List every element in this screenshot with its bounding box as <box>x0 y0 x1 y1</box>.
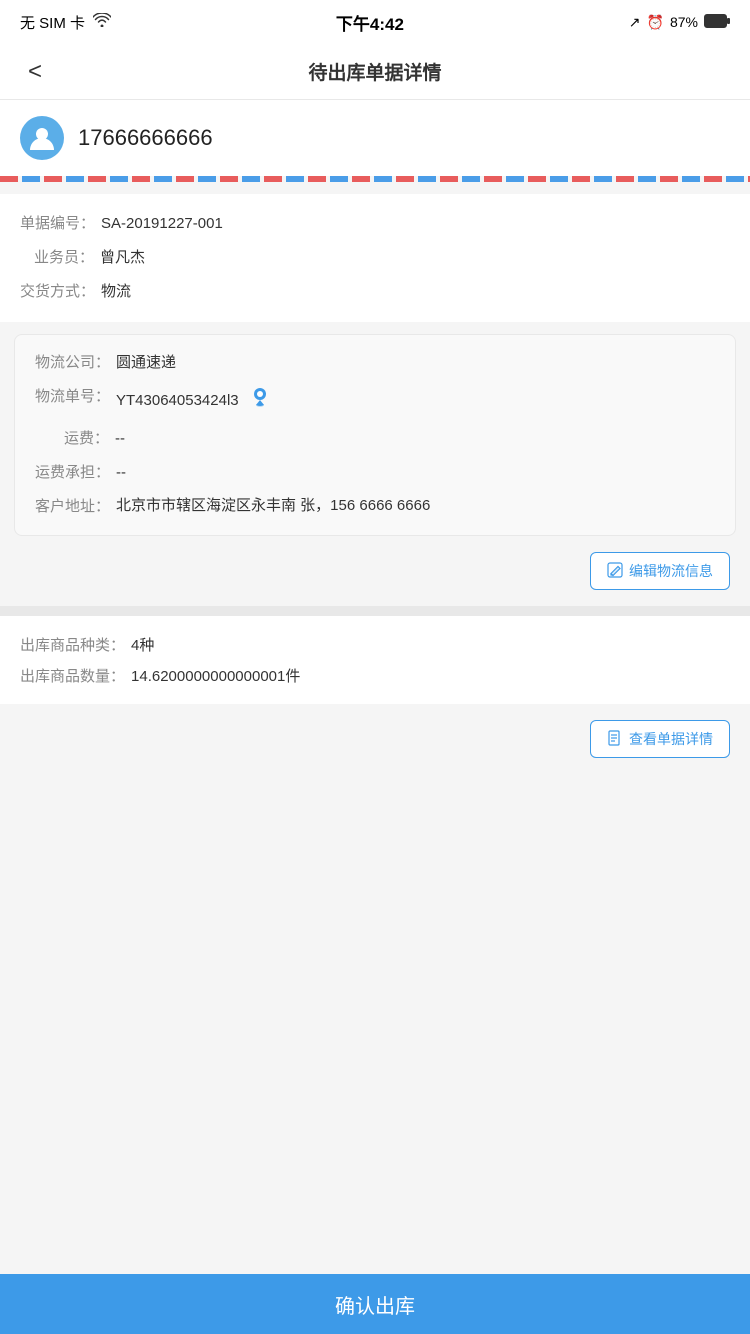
edit-btn-row: 编辑物流信息 <box>0 540 750 590</box>
view-btn-row: 查看单据详情 <box>0 708 750 758</box>
delivery-value: 物流 <box>101 280 730 304</box>
status-bar: 无 SIM 卡 下午4:42 ↗ ⏰ 87% <box>0 0 750 44</box>
section-separator <box>0 606 750 616</box>
address-row: 客户地址： 北京市市辖区海淀区永丰南 张，156 6666 6666 <box>35 495 715 519</box>
logistics-tracking-value: YT43064053424l3 <box>116 385 715 417</box>
delivery-label: 交货方式： <box>20 280 101 304</box>
freight-value: -- <box>115 427 715 451</box>
status-left: 无 SIM 卡 <box>20 12 111 33</box>
dashed-divider <box>0 176 750 182</box>
location-status-icon: ↗ <box>629 14 641 31</box>
wifi-icon <box>93 13 111 31</box>
goods-quantity-row: 出库商品数量： 14.6200000000000001件 <box>20 665 730 686</box>
confirm-outbound-button[interactable]: 确认出库 <box>0 1274 750 1334</box>
customer-header: 17666666666 <box>0 100 750 176</box>
freight-bear-value: -- <box>116 461 715 485</box>
alarm-icon: ⏰ <box>647 14 664 31</box>
order-number-row: 单据编号： SA-20191227-001 <box>20 212 730 236</box>
edit-logistics-button[interactable]: 编辑物流信息 <box>590 552 730 590</box>
back-button[interactable]: < <box>20 50 50 94</box>
address-value: 北京市市辖区海淀区永丰南 张，156 6666 6666 <box>116 495 715 518</box>
bottom-spacer <box>0 758 750 998</box>
map-location-icon[interactable] <box>249 385 271 417</box>
goods-types-row: 出库商品种类： 4种 <box>20 634 730 655</box>
document-icon <box>607 730 623 749</box>
goods-quantity-value: 14.6200000000000001件 <box>131 665 300 686</box>
salesman-label: 业务员： <box>20 246 100 270</box>
battery-text: 87% <box>670 14 698 30</box>
view-detail-label: 查看单据详情 <box>629 729 713 749</box>
order-number-label: 单据编号： <box>20 212 101 236</box>
nav-bar: < 待出库单据详情 <box>0 44 750 100</box>
salesman-value: 曾凡杰 <box>100 246 730 270</box>
goods-quantity-label: 出库商品数量： <box>20 665 131 686</box>
freight-bear-row: 运费承担： -- <box>35 461 715 485</box>
logistics-tracking-row: 物流单号： YT43064053424l3 <box>35 385 715 417</box>
carrier-text: 无 SIM 卡 <box>20 12 85 33</box>
confirm-btn-label: 确认出库 <box>335 1290 415 1319</box>
logistics-company-row: 物流公司： 圆通速递 <box>35 351 715 375</box>
battery-icon <box>704 14 730 31</box>
goods-section: 出库商品种类： 4种 出库商品数量： 14.6200000000000001件 <box>0 616 750 704</box>
goods-types-value: 4种 <box>131 634 154 655</box>
confirm-btn-wrapper: 确认出库 <box>0 1274 750 1334</box>
freight-bear-label: 运费承担： <box>35 461 116 485</box>
page-title: 待出库单据详情 <box>308 58 441 85</box>
status-right: ↗ ⏰ 87% <box>629 14 730 31</box>
logistics-card: 物流公司： 圆通速递 物流单号： YT43064053424l3 运费： -- … <box>14 334 736 536</box>
address-label: 客户地址： <box>35 495 116 519</box>
logistics-tracking-label: 物流单号： <box>35 385 116 409</box>
delivery-row: 交货方式： 物流 <box>20 280 730 304</box>
goods-types-label: 出库商品种类： <box>20 634 131 655</box>
order-info-section: 单据编号： SA-20191227-001 业务员： 曾凡杰 交货方式： 物流 <box>0 194 750 322</box>
avatar <box>20 116 64 160</box>
view-detail-button[interactable]: 查看单据详情 <box>590 720 730 758</box>
logistics-company-label: 物流公司： <box>35 351 116 375</box>
salesman-row: 业务员： 曾凡杰 <box>20 246 730 270</box>
freight-label: 运费： <box>35 427 115 451</box>
customer-phone: 17666666666 <box>78 125 213 151</box>
edit-icon <box>607 562 623 581</box>
status-time: 下午4:42 <box>336 10 404 35</box>
logistics-company-value: 圆通速递 <box>116 351 715 375</box>
order-number-value: SA-20191227-001 <box>101 212 730 236</box>
edit-logistics-label: 编辑物流信息 <box>629 561 713 581</box>
freight-row: 运费： -- <box>35 427 715 451</box>
